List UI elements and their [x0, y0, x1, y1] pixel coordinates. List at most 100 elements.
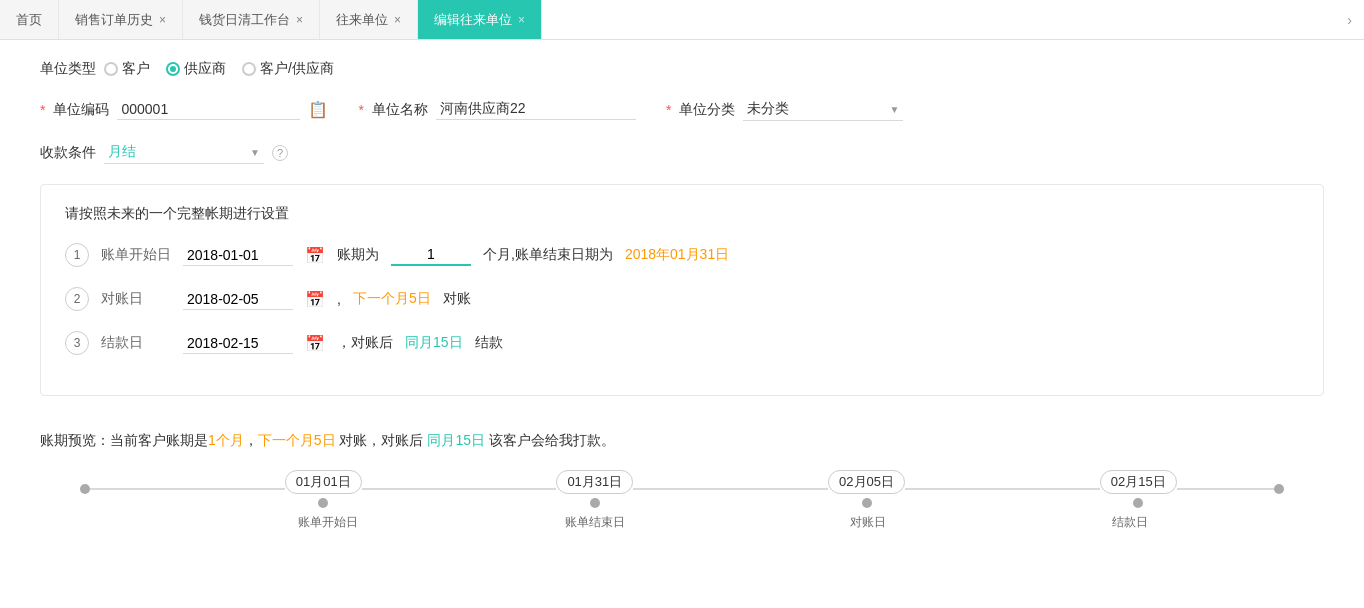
radio-both-circle — [242, 62, 256, 76]
tab-cash-work-close[interactable]: × — [296, 13, 303, 27]
payment-terms-value: 月结 — [108, 143, 246, 161]
radio-both[interactable]: 客户/供应商 — [242, 60, 334, 78]
tab-sales-order-close[interactable]: × — [159, 13, 166, 27]
timeline-dot-3 — [862, 498, 872, 508]
tab-bar: 首页 销售订单历史 × 钱货日清工作台 × 往来单位 × 编辑往来单位 × › — [0, 0, 1364, 40]
timeline-container: 01月01日 01月31日 02月05日 — [40, 470, 1324, 531]
timeline-dot-2 — [590, 498, 600, 508]
unit-category-select[interactable]: 未分类 ▼ — [743, 98, 903, 121]
tab-partner[interactable]: 往来单位 × — [320, 0, 418, 39]
reconcile-next-month: 下一个月5日 — [353, 290, 431, 308]
payment-suffix: 结款 — [475, 334, 503, 352]
timeline-label-1: 账单开始日 — [298, 514, 358, 531]
preview-payment-suffix: 该客户会给我打款。 — [485, 432, 615, 448]
billing-months-input[interactable] — [391, 244, 471, 266]
chevron-right-icon: › — [1347, 12, 1352, 28]
reconcile-date[interactable] — [183, 289, 293, 310]
timeline-line-4 — [905, 488, 1100, 490]
unit-code-star: * — [40, 102, 45, 118]
timeline-start-dot — [80, 484, 90, 494]
help-icon[interactable]: ? — [272, 145, 288, 161]
billing-period-prefix: 账期为 — [337, 246, 379, 264]
section-instruction: 请按照未来的一个完整帐期进行设置 — [65, 205, 1299, 223]
timeline-line-5 — [1177, 488, 1274, 490]
payment-prefix: ，对账后 — [337, 334, 393, 352]
timeline-line-1 — [90, 488, 285, 490]
unit-name-star: * — [358, 102, 363, 118]
unit-category-label: 单位分类 — [679, 101, 735, 119]
reconcile-cal-icon[interactable]: 📅 — [305, 290, 325, 309]
timeline-date-3: 02月05日 — [828, 470, 905, 494]
payment-terms-select[interactable]: 月结 ▼ — [104, 141, 264, 164]
timeline-date-4: 02月15日 — [1100, 470, 1177, 494]
preview-comma: ， — [244, 432, 258, 448]
timeline-date-2: 01月31日 — [556, 470, 633, 494]
unit-type-row: 单位类型 客户 供应商 客户/供应商 — [40, 60, 1324, 78]
tab-partner-label: 往来单位 — [336, 11, 388, 29]
unit-category-field: * 单位分类 未分类 ▼ — [666, 98, 903, 121]
payment-terms-field: 收款条件 月结 ▼ ? — [40, 141, 288, 164]
radio-supplier-label: 供应商 — [184, 60, 226, 78]
timeline-node-4: 02月15日 — [1100, 470, 1177, 508]
tab-sales-order-label: 销售订单历史 — [75, 11, 153, 29]
unit-name-input[interactable] — [436, 99, 636, 120]
row-num-2: 2 — [65, 287, 89, 311]
timeline-end-dot — [1274, 484, 1284, 494]
preview-prefix: 账期预览：当前客户账期是 — [40, 432, 208, 448]
tab-cash-work-label: 钱货日清工作台 — [199, 11, 290, 29]
timeline-dot-1 — [318, 498, 328, 508]
reconcile-label: 对账日 — [101, 290, 171, 308]
timeline-label-2: 账单结束日 — [560, 514, 630, 531]
unit-type-field: 单位类型 客户 供应商 客户/供应商 — [40, 60, 334, 78]
unit-code-input[interactable] — [117, 99, 300, 120]
radio-customer[interactable]: 客户 — [104, 60, 150, 78]
radio-supplier-circle — [166, 62, 180, 76]
preview-reconcile-suffix: 对账，对账后 — [336, 432, 424, 448]
preview-reconcile-prefix: 下一个月5日 — [258, 432, 336, 448]
unit-name-field: * 单位名称 — [358, 99, 635, 120]
payment-terms-chevron-icon: ▼ — [250, 147, 260, 158]
billing-end-date: 2018年01月31日 — [625, 246, 729, 264]
unit-info-row: * 单位编码 📋 * 单位名称 * 单位分类 未分类 ▼ — [40, 98, 1324, 121]
preview-section: 账期预览：当前客户账期是1个月，下一个月5日 对账，对账后 同月15日 该客户会… — [40, 416, 1324, 547]
timeline-label-4: 结款日 — [1105, 514, 1155, 531]
payment-date[interactable] — [183, 333, 293, 354]
radio-supplier[interactable]: 供应商 — [166, 60, 226, 78]
payment-cal-icon[interactable]: 📅 — [305, 334, 325, 353]
chevron-down-icon: ▼ — [889, 104, 899, 115]
payment-label: 结款日 — [101, 334, 171, 352]
payment-same-month: 同月15日 — [405, 334, 463, 352]
unit-type-radio-group: 客户 供应商 客户/供应商 — [104, 60, 334, 78]
timeline-date-1: 01月01日 — [285, 470, 362, 494]
tab-sales-order[interactable]: 销售订单历史 × — [59, 0, 183, 39]
payment-terms-row: 收款条件 月结 ▼ ? — [40, 141, 1324, 164]
tab-edit-partner-close[interactable]: × — [518, 13, 525, 27]
unit-code-label: 单位编码 — [53, 101, 109, 119]
timeline-labels: 账单开始日 账单结束日 对账日 结款日 — [80, 514, 1284, 531]
unit-name-label: 单位名称 — [372, 101, 428, 119]
unit-category-value: 未分类 — [747, 100, 885, 118]
tab-partner-close[interactable]: × — [394, 13, 401, 27]
tab-more-button[interactable]: › — [1335, 0, 1364, 39]
unit-type-label: 单位类型 — [40, 60, 96, 78]
preview-payment-prefix: 同月15日 — [427, 432, 485, 448]
unit-code-copy-icon[interactable]: 📋 — [308, 100, 328, 119]
timeline-node-1: 01月01日 — [285, 470, 362, 508]
billing-start-cal-icon[interactable]: 📅 — [305, 246, 325, 265]
config-row-1: 1 账单开始日 📅 账期为 个月,账单结束日期为 2018年01月31日 — [65, 243, 1299, 267]
tab-home[interactable]: 首页 — [0, 0, 59, 39]
reconcile-suffix: 对账 — [443, 290, 471, 308]
payment-terms-label: 收款条件 — [40, 144, 96, 162]
preview-period: 1个月 — [208, 432, 244, 448]
tab-edit-partner-label: 编辑往来单位 — [434, 11, 512, 29]
tab-cash-work[interactable]: 钱货日清工作台 × — [183, 0, 320, 39]
tab-edit-partner[interactable]: 编辑往来单位 × — [418, 0, 542, 39]
billing-start-date[interactable] — [183, 245, 293, 266]
billing-config-section: 请按照未来的一个完整帐期进行设置 1 账单开始日 📅 账期为 个月,账单结束日期… — [40, 184, 1324, 396]
billing-period-suffix: 个月,账单结束日期为 — [483, 246, 613, 264]
unit-code-field: * 单位编码 📋 — [40, 99, 328, 120]
config-row-3: 3 结款日 📅 ，对账后 同月15日 结款 — [65, 331, 1299, 355]
timeline-line-2 — [362, 488, 557, 490]
timeline-line-3 — [633, 488, 828, 490]
row-num-1: 1 — [65, 243, 89, 267]
